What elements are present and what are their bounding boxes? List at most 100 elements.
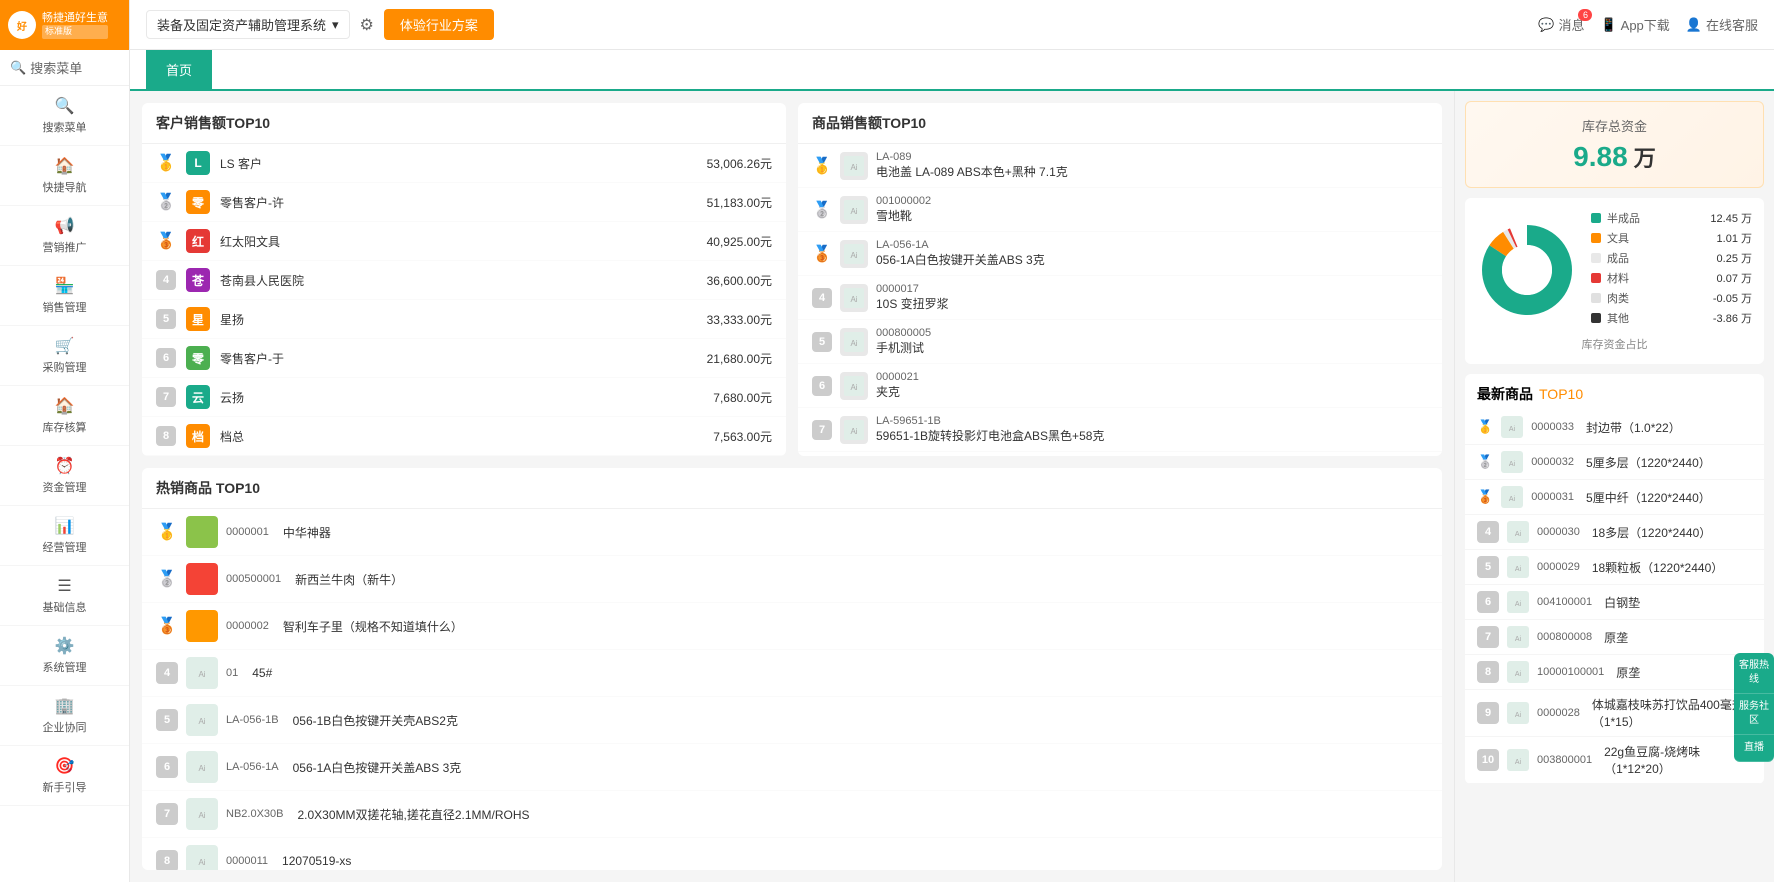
chevron-down-icon: ▾ (332, 17, 339, 33)
sidebar-item-inventory[interactable]: 🏠库存核算 (0, 386, 129, 446)
customer-ranking-card: 客户销售额TOP10 🥇 L LS 客户 53,006.26元🥈 零 零售客户-… (142, 103, 786, 456)
product-sales-ranking-card: 商品销售额TOP10 🥇 Ai LA-089 电池盖 LA-089 ABS本色+… (798, 103, 1442, 456)
sidebar-logo: 好 畅捷通好生意 标准版 (0, 0, 129, 50)
quick-nav-icon: 🏠 (55, 156, 75, 176)
product-code: 0000017 (876, 283, 1428, 295)
table-row: 🥉 红 红太阳文具 40,925.00元 (142, 222, 786, 261)
product-code: 0000032 (1531, 456, 1574, 468)
trial-button[interactable]: 体验行业方案 (384, 9, 494, 40)
app-download-button[interactable]: 📱 App下载 (1600, 15, 1669, 34)
sidebar-item-search[interactable]: 🔍搜索菜单 (0, 86, 129, 146)
rank-avatar: 档 (186, 424, 210, 448)
rank-name: 云扬 (220, 389, 703, 406)
system-name: 装备及固定资产辅助管理系统 (157, 15, 326, 34)
product-code: 0000029 (1537, 561, 1580, 573)
customer-service-button[interactable]: 👤 在线客服 (1686, 15, 1758, 34)
message-button[interactable]: 💬 消息 6 (1538, 15, 1584, 34)
product-name: 10S 变扭罗浆 (876, 295, 1428, 312)
rank-avatar: 零 (186, 346, 210, 370)
legend-label: 材料 (1607, 270, 1711, 286)
product-name: 5厘多层（1220*2440） (1586, 454, 1711, 471)
product-name: 智利车子里（规格不知道填什么） (283, 618, 463, 635)
rank-number: 8 (156, 850, 178, 870)
product-thumbnail: Ai (1507, 556, 1529, 578)
system-selector[interactable]: 装备及固定资产辅助管理系统 ▾ (146, 10, 350, 39)
donut-chart (1477, 220, 1577, 320)
rank-medal: 🥉 (1477, 489, 1493, 505)
rank-medal: 🥇 (156, 522, 178, 542)
list-item: 5 Ai 0000029 18颗粒板（1220*2440） (1465, 550, 1764, 585)
table-row: 4 Ai 0000017 10S 变扭罗浆 (798, 276, 1442, 320)
product-thumbnail: Ai (840, 328, 868, 356)
quick-nav-label: 快捷导航 (43, 179, 87, 195)
product-thumbnail: Ai (840, 416, 868, 444)
live-stream-button[interactable]: 直播 (1734, 735, 1774, 762)
sidebar-item-enterprise[interactable]: 🏢企业协同 (0, 686, 129, 746)
table-row: 🥇 L LS 客户 53,006.26元 (142, 144, 786, 183)
legend-dot (1591, 273, 1601, 283)
rank-avatar: 零 (186, 190, 210, 214)
donut-chart-container: 半成品 12.45 万 文具 1.01 万 成品 0.25 万 材料 0.07 … (1477, 210, 1752, 330)
rank-medal: 🥇 (156, 153, 176, 173)
product-thumbnail: Ai (840, 196, 868, 224)
list-item: 🥇 0000001 中华神器 (142, 509, 1442, 556)
customer-ranking-title: 客户销售额TOP10 (156, 113, 270, 133)
inventory-value-number: 9.88 (1573, 141, 1628, 172)
product-thumbnail: Ai (1501, 416, 1523, 438)
rank-value: 36,600.00元 (707, 272, 772, 289)
inventory-value-unit: 万 (1634, 146, 1656, 171)
customer-ranking-header: 客户销售额TOP10 (142, 103, 786, 144)
product-code: 0000033 (1531, 421, 1574, 433)
svg-text:Ai: Ai (198, 811, 205, 820)
new-products-list: 🥇 Ai 0000033 封边带（1.0*22）🥈 Ai 0000032 5厘多… (1465, 410, 1764, 784)
rank-avatar: L (186, 151, 210, 175)
new-products-top10-badge: TOP10 (1539, 386, 1583, 402)
search-label: 搜索菜单 (43, 119, 87, 135)
table-row: 🥈 Ai 001000002 雪地靴 (798, 188, 1442, 232)
sidebar-item-finance[interactable]: ⏰资金管理 (0, 446, 129, 506)
product-image (186, 563, 218, 595)
rank-number: 4 (812, 288, 832, 308)
sidebar-item-newbie[interactable]: 🎯新手引导 (0, 746, 129, 806)
rank-medal: 🥉 (812, 244, 832, 264)
sidebar-item-basic[interactable]: ☰基础信息 (0, 566, 129, 626)
table-row: 7 云 云扬 7,680.00元 (142, 378, 786, 417)
svg-text:Ai: Ai (1515, 531, 1522, 538)
sidebar-item-quick-nav[interactable]: 🏠 快捷导航 (0, 146, 129, 206)
sidebar-item-purchase[interactable]: 🛒采购管理 (0, 326, 129, 386)
product-name: 056-1B白色按键开关壳ABS2克 (293, 712, 458, 729)
list-item: 🥇 Ai 0000033 封边带（1.0*22） (1465, 410, 1764, 445)
sidebar-search[interactable]: 🔍 搜索菜单 (0, 50, 129, 86)
rank-number: 6 (1477, 591, 1499, 613)
finance-icon: ⏰ (55, 456, 75, 476)
tab-home[interactable]: 首页 (146, 50, 212, 89)
sidebar-item-system[interactable]: ⚙️系统管理 (0, 626, 129, 686)
product-image-placeholder: Ai (186, 657, 218, 689)
sales-icon: 🏪 (55, 276, 75, 296)
product-name: 封边带（1.0*22） (1586, 419, 1681, 436)
product-code: 000500001 (226, 573, 281, 585)
service-community-button[interactable]: 服务社区 (1734, 694, 1774, 735)
operations-icon: 📊 (55, 516, 75, 536)
list-item: 4 Ai 01 45# (142, 650, 1442, 697)
product-name: 手机测试 (876, 339, 1428, 356)
product-name: 夹克 (876, 383, 1428, 400)
enterprise-label: 企业协同 (43, 719, 87, 735)
topbar: 装备及固定资产辅助管理系统 ▾ ⚙ 体验行业方案 💬 消息 6 📱 App下载 … (130, 0, 1774, 50)
table-row: 8 档 档总 7,563.00元 (142, 417, 786, 456)
table-row: 5 Ai 000800005 手机测试 (798, 320, 1442, 364)
settings-icon[interactable]: ⚙ (360, 15, 374, 35)
sidebar-item-operations[interactable]: 📊经营管理 (0, 506, 129, 566)
list-item: 6 Ai 004100001 白钢垫 (1465, 585, 1764, 620)
sidebar-item-marketing[interactable]: 📢营销推广 (0, 206, 129, 266)
product-code: LA-056-1B (226, 714, 279, 726)
sidebar-item-sales[interactable]: 🏪销售管理 (0, 266, 129, 326)
customer-hotline-button[interactable]: 客服热线 (1734, 653, 1774, 694)
service-icon: 👤 (1686, 17, 1702, 33)
logo-text-area: 畅捷通好生意 标准版 (42, 11, 108, 39)
rank-name: 星扬 (220, 311, 697, 328)
svg-text:Ai: Ai (1515, 712, 1522, 719)
product-code: 0000031 (1531, 491, 1574, 503)
rank-name: 档总 (220, 428, 703, 445)
product-name: 电池盖 LA-089 ABS本色+黑种 7.1克 (876, 163, 1428, 180)
